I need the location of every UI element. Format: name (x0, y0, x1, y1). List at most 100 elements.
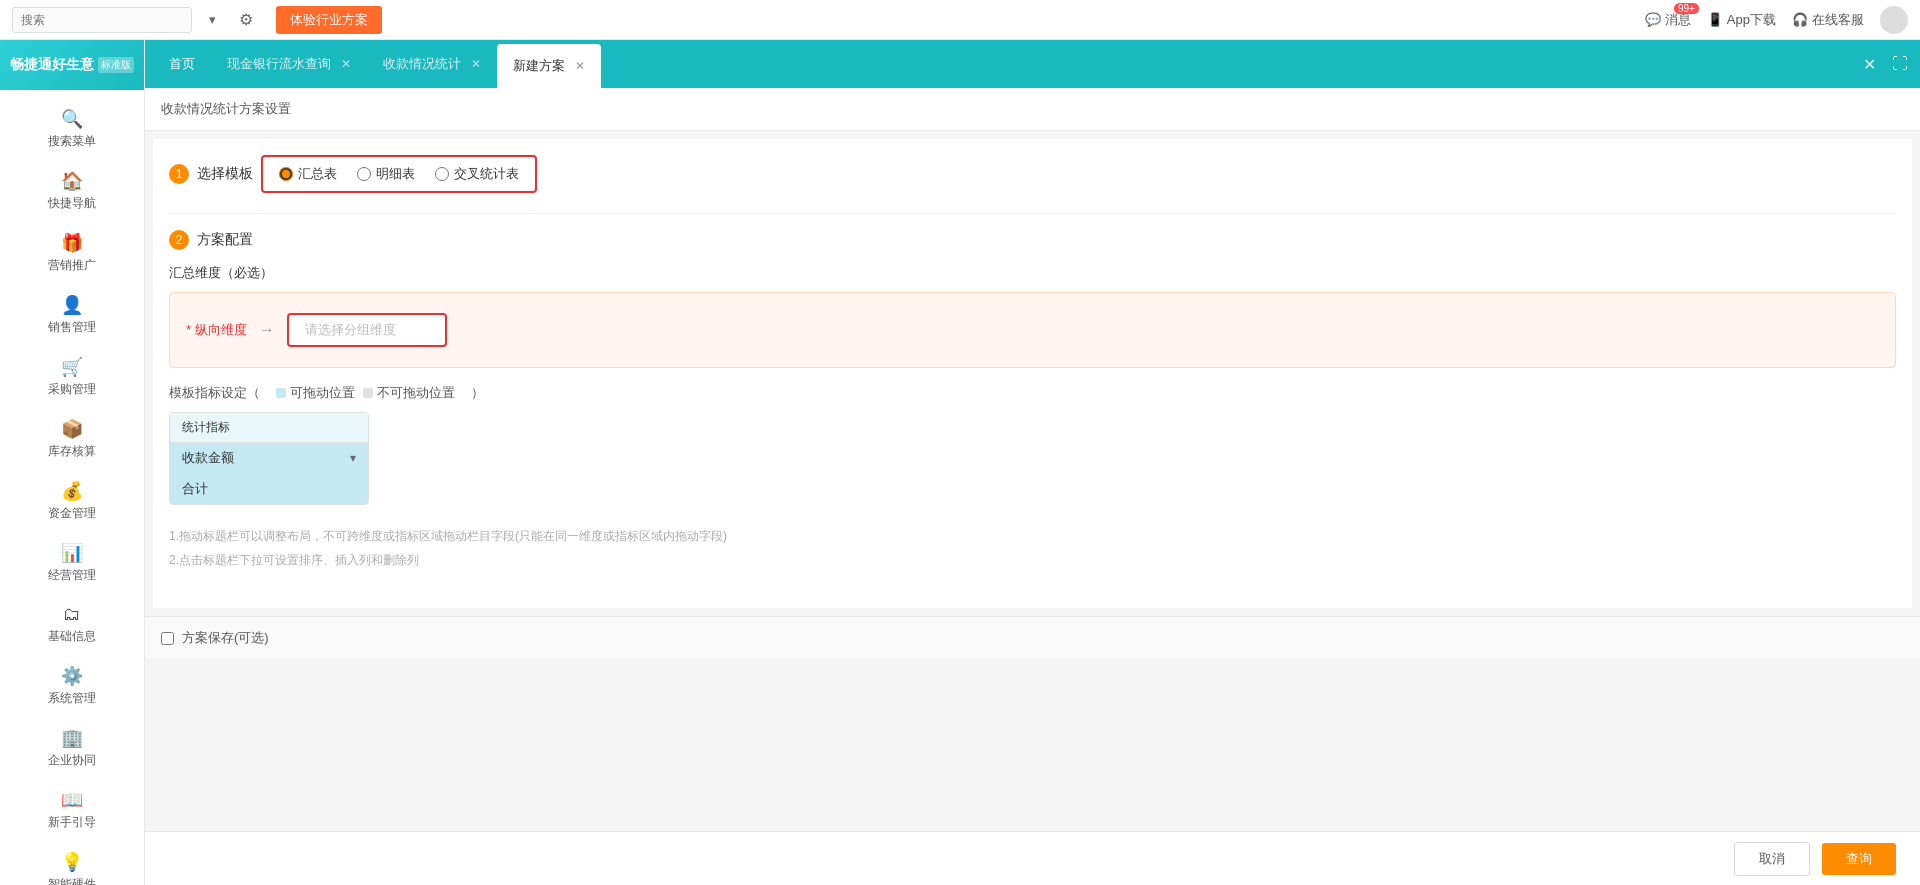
page-header: 收款情况统计方案设置 (145, 88, 1920, 131)
legend-fixed: 不可拖动位置 (363, 384, 455, 402)
indicator-cell-amount[interactable]: 收款金额 ▾ (170, 443, 368, 474)
basic-icon: 🗂 (63, 604, 81, 625)
messages-badge: 99+ (1674, 3, 1699, 14)
dimension-select-placeholder: 请选择分组维度 (305, 322, 396, 337)
sidebar-item-basic[interactable]: 🗂 基础信息 (0, 594, 144, 655)
sidebar-item-label: 基础信息 (48, 628, 96, 645)
sidebar-item-label: 快捷导航 (48, 195, 96, 212)
tab-bar-controls: ✕ ⛶ (1859, 51, 1912, 78)
sidebar-item-system[interactable]: ⚙️ 系统管理 (0, 655, 144, 717)
tab-new-plan[interactable]: 新建方案 ✕ (497, 44, 601, 88)
tab-bank-flow-close[interactable]: ✕ (341, 57, 351, 71)
bottom-bar: 取消 查询 (145, 831, 1920, 885)
step1-label: 选择模板 (197, 165, 253, 183)
tips-line-2: 2.点击标题栏下拉可设置排序、插入列和删除列 (169, 548, 1896, 572)
tab-new-plan-close[interactable]: ✕ (575, 59, 585, 73)
service-icon: 🎧 (1792, 12, 1808, 27)
radio-detail[interactable]: 明细表 (357, 165, 415, 183)
step2-section: 2 方案配置 汇总维度（必选） * 纵向维度 → (169, 230, 1896, 572)
operations-icon: 📊 (61, 542, 83, 564)
app-download-item[interactable]: 📱 App下载 (1707, 11, 1776, 29)
page-content: 收款情况统计方案设置 1 选择模板 汇总表 (145, 88, 1920, 831)
indicator-dropdown-icon[interactable]: ▾ (350, 451, 356, 465)
search-icon: 🔍 (61, 108, 83, 130)
dimension-row: * 纵向维度 → 请选择分组维度 (186, 313, 1879, 347)
radio-summary-input[interactable] (279, 167, 293, 181)
indicator-header: 模板指标设定（ 可拖动位置 不可拖动位置 (169, 384, 1896, 402)
step2-num: 2 (169, 230, 189, 250)
guide-icon: 📖 (61, 789, 83, 811)
sidebar-item-sales[interactable]: 👤 销售管理 (0, 284, 144, 346)
legend-draggable-label: 可拖动位置 (290, 384, 355, 402)
indicator-table-header: 统计指标 (170, 413, 368, 443)
sidebar-item-label: 搜索菜单 (48, 133, 96, 150)
tips-section: 1.拖动标题栏可以调整布局，不可跨维度或指标区域拖动栏目字段(只能在同一维度或指… (169, 524, 1896, 572)
sidebar-item-label: 销售管理 (48, 319, 96, 336)
tab-home[interactable]: 首页 (153, 40, 211, 88)
dropdown-icon[interactable]: ▾ (200, 8, 224, 32)
radio-cross[interactable]: 交叉统计表 (435, 165, 519, 183)
sidebar-item-search[interactable]: 🔍 搜索菜单 (0, 98, 144, 160)
indicator-table-header-label: 统计指标 (182, 420, 230, 434)
radio-group-template: 汇总表 明细表 交叉统计表 (261, 155, 537, 193)
save-checkbox[interactable] (161, 632, 174, 645)
user-info-item[interactable] (1880, 6, 1908, 34)
sidebar-item-finance[interactable]: 💰 资金管理 (0, 470, 144, 532)
avatar (1880, 6, 1908, 34)
tab-collection-stats-close[interactable]: ✕ (471, 57, 481, 71)
sidebar-item-inventory[interactable]: 📦 库存核算 (0, 408, 144, 470)
messages-item[interactable]: 💬 消息 99+ (1645, 11, 1691, 29)
top-bar-right: 💬 消息 99+ 📱 App下载 🎧 在线客服 (1645, 6, 1908, 34)
tab-bank-flow[interactable]: 现金银行流水查询 ✕ (211, 40, 367, 88)
tab-close-all-icon[interactable]: ✕ (1859, 51, 1880, 78)
tips-line-1: 1.拖动标题栏可以调整布局，不可跨维度或指标区域拖动栏目字段(只能在同一维度或指… (169, 524, 1896, 548)
legend-draggable: 可拖动位置 (276, 384, 355, 402)
radio-cross-input[interactable] (435, 167, 449, 181)
sales-icon: 👤 (61, 294, 83, 316)
form-area: 1 选择模板 汇总表 明细表 (153, 139, 1912, 608)
radio-cross-label: 交叉统计表 (454, 165, 519, 183)
sidebar-item-label: 智能硬件 (48, 876, 96, 885)
online-service-item[interactable]: 🎧 在线客服 (1792, 11, 1864, 29)
sidebar-item-label: 库存核算 (48, 443, 96, 460)
trial-button[interactable]: 体验行业方案 (276, 6, 382, 34)
online-service-label: 在线客服 (1812, 11, 1864, 29)
radio-detail-input[interactable] (357, 167, 371, 181)
logo-badge: 标准版 (98, 57, 134, 73)
tab-collection-stats[interactable]: 收款情况统计 ✕ (367, 40, 497, 88)
sidebar-item-marketing[interactable]: 🎁 营销推广 (0, 222, 144, 284)
indicator-total-label: 合计 (182, 481, 208, 496)
app-download-label: App下载 (1727, 11, 1776, 29)
gear-icon[interactable]: ⚙ (232, 6, 260, 34)
indicator-table: 统计指标 收款金额 ▾ 合计 (169, 412, 369, 505)
arrow-icon: → (259, 321, 275, 339)
legend-dot-gray (363, 388, 373, 398)
dimension-select[interactable]: 请选择分组维度 (287, 313, 447, 347)
sidebar-item-label: 营销推广 (48, 257, 96, 274)
legend-dot-blue (276, 388, 286, 398)
sidebar-item-quick-nav[interactable]: 🏠 快捷导航 (0, 160, 144, 222)
tab-bar: 首页 现金银行流水查询 ✕ 收款情况统计 ✕ 新建方案 ✕ ✕ ⛶ (145, 40, 1920, 88)
tab-bank-flow-label: 现金银行流水查询 (227, 55, 331, 73)
save-section: 方案保存(可选) (145, 616, 1920, 659)
finance-icon: 💰 (61, 480, 83, 502)
cancel-button[interactable]: 取消 (1734, 842, 1810, 876)
sidebar-item-guide[interactable]: 📖 新手引导 (0, 779, 144, 841)
sidebar-item-purchase[interactable]: 🛒 采购管理 (0, 346, 144, 408)
page-title: 收款情况统计方案设置 (161, 101, 291, 116)
logo-text: 畅捷通好生意 (10, 56, 94, 74)
radio-summary[interactable]: 汇总表 (279, 165, 337, 183)
query-button[interactable]: 查询 (1822, 843, 1896, 875)
dimension-area: * 纵向维度 → 请选择分组维度 (169, 292, 1896, 368)
sidebar-item-label: 企业协同 (48, 752, 96, 769)
tab-new-plan-label: 新建方案 (513, 57, 565, 75)
sidebar-item-hardware[interactable]: 💡 智能硬件 (0, 841, 144, 885)
search-input[interactable] (12, 7, 192, 33)
vertical-dimension-label: * 纵向维度 (186, 321, 247, 339)
sidebar-item-enterprise[interactable]: 🏢 企业协同 (0, 717, 144, 779)
sidebar-item-operations[interactable]: 📊 经营管理 (0, 532, 144, 594)
purchase-icon: 🛒 (61, 356, 83, 378)
save-label: 方案保存(可选) (182, 629, 269, 647)
tab-expand-icon[interactable]: ⛶ (1888, 51, 1912, 78)
system-icon: ⚙️ (61, 665, 83, 687)
